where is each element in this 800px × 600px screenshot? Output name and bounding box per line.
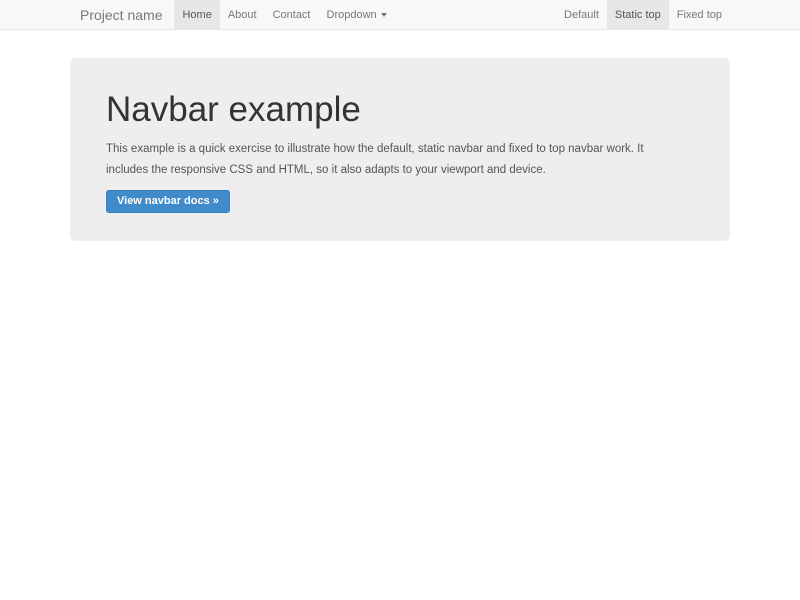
caret-down-icon	[381, 13, 387, 17]
page-title: Navbar example	[106, 91, 694, 129]
nav-item-static-top[interactable]: Static top	[607, 0, 669, 29]
nav-item-contact[interactable]: Contact	[265, 0, 319, 29]
nav-item-dropdown-label: Dropdown	[327, 9, 377, 21]
jumbotron: Navbar example This example is a quick e…	[70, 58, 730, 241]
nav-item-fixed-top[interactable]: Fixed top	[669, 0, 730, 29]
nav-item-about[interactable]: About	[220, 0, 265, 29]
navbar-right-nav: Default Static top Fixed top	[556, 0, 730, 29]
nav-item-default[interactable]: Default	[556, 0, 607, 29]
navbar-left-nav: Home About Contact Dropdown	[174, 0, 394, 29]
navbar: Project name Home About Contact Dropdown…	[0, 0, 800, 30]
nav-item-home[interactable]: Home	[174, 0, 219, 29]
navbar-brand[interactable]: Project name	[70, 0, 172, 29]
navbar-container: Project name Home About Contact Dropdown…	[70, 0, 730, 29]
nav-item-dropdown[interactable]: Dropdown	[319, 0, 395, 29]
main-container: Navbar example This example is a quick e…	[70, 58, 730, 241]
page-description: This example is a quick exercise to illu…	[106, 139, 688, 181]
view-navbar-docs-button[interactable]: View navbar docs »	[106, 190, 230, 213]
